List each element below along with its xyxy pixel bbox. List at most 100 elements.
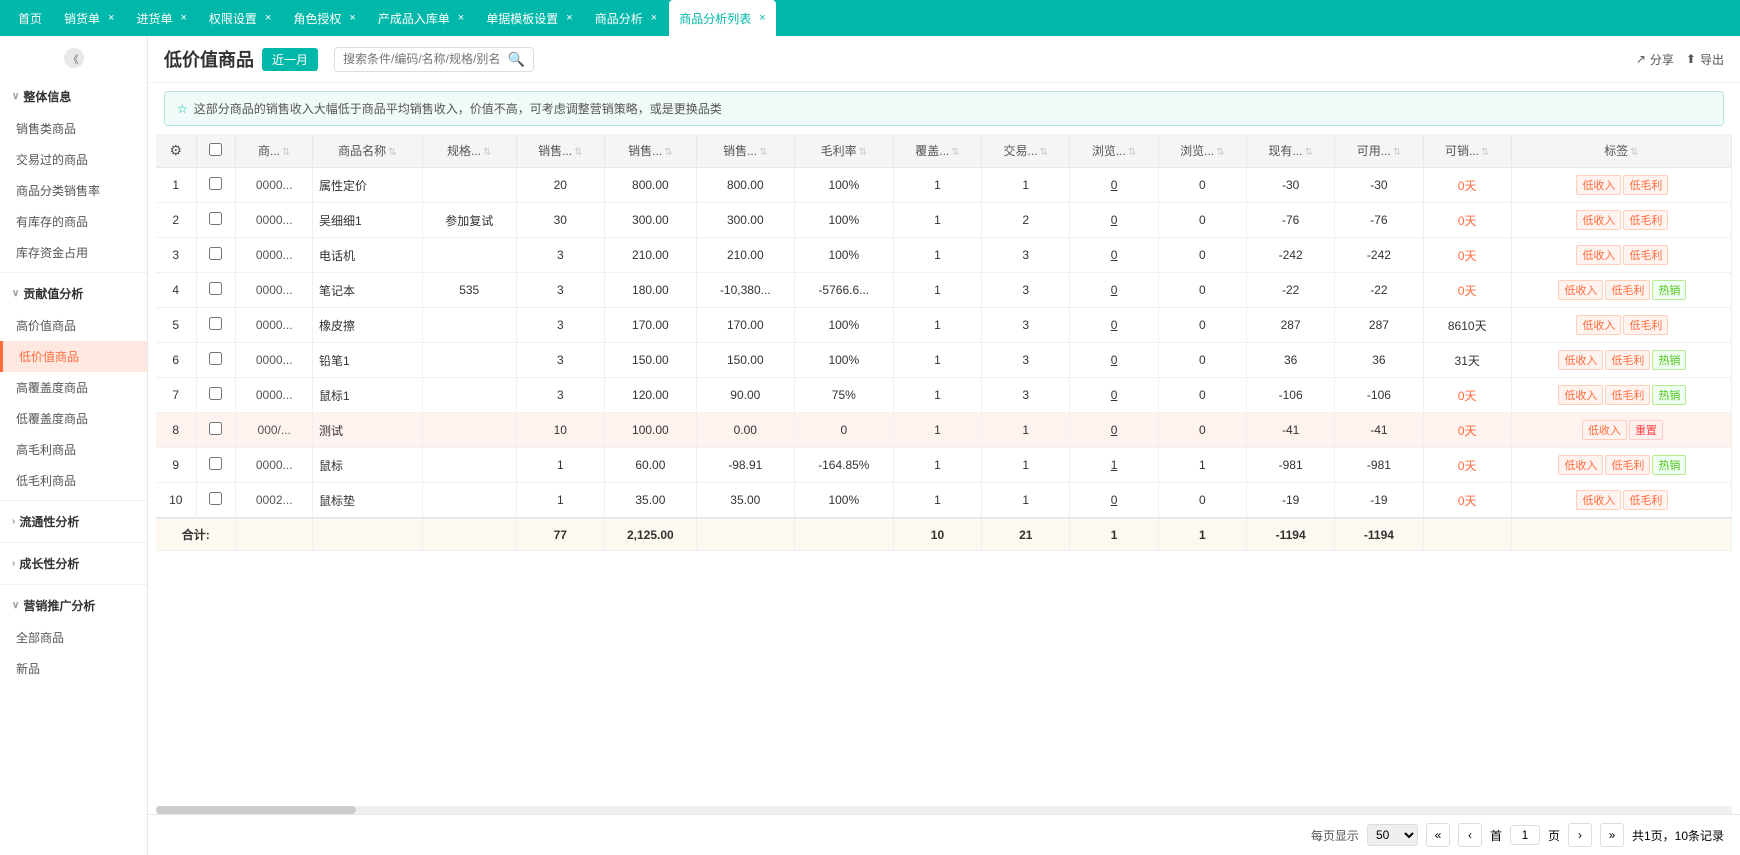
col-tags[interactable]: 标签⇅ (1511, 134, 1731, 168)
row-no: 8 (156, 413, 196, 448)
row-view1[interactable]: 0 (1070, 378, 1158, 413)
col-qty[interactable]: 销售...⇅ (516, 134, 604, 168)
total-view1: 1 (1070, 518, 1158, 551)
next-page-btn[interactable]: › (1568, 823, 1592, 847)
sidebar-section-contribution[interactable]: ∨ 贡献值分析 (0, 277, 147, 310)
col-coverage[interactable]: 覆盖...⇅ (893, 134, 981, 168)
row-view1[interactable]: 0 (1070, 343, 1158, 378)
row-view1[interactable]: 1 (1070, 448, 1158, 483)
close-icon[interactable]: × (349, 12, 355, 24)
row-view1[interactable]: 0 (1070, 203, 1158, 238)
sidebar-item-new-products[interactable]: 新品 (0, 653, 147, 684)
row-checkbox[interactable] (196, 203, 236, 238)
nav-role-auth[interactable]: 角色授权 × (283, 0, 365, 36)
sidebar-collapse-btn[interactable]: 《 (64, 48, 84, 68)
close-icon[interactable]: × (265, 12, 271, 24)
nav-purchase-order[interactable]: 进货单 × (126, 0, 196, 36)
sidebar-section-marketing[interactable]: ∨ 营销推广分析 (0, 589, 147, 622)
row-view1[interactable]: 0 (1070, 273, 1158, 308)
top-navigation: 首页 销货单 × 进货单 × 权限设置 × 角色授权 × 产成品入库单 × 单据… (0, 0, 1740, 36)
col-spec[interactable]: 规格...⇅ (422, 134, 516, 168)
sidebar-item-sales-products[interactable]: 销售类商品 (0, 113, 147, 144)
col-current[interactable]: 现有...⇅ (1246, 134, 1334, 168)
sidebar-item-high-coverage[interactable]: 高覆盖度商品 (0, 372, 147, 403)
sidebar-item-stocked-products[interactable]: 有库存的商品 (0, 206, 147, 237)
page-size-select[interactable]: 50 100 200 (1367, 824, 1418, 846)
close-icon[interactable]: × (108, 12, 114, 24)
nav-product-analysis-list[interactable]: 商品分析列表 × (669, 0, 775, 36)
sidebar-item-high-profit[interactable]: 高毛利商品 (0, 434, 147, 465)
first-page-btn[interactable]: « (1426, 823, 1450, 847)
sidebar-item-low-value[interactable]: 低价值商品 (0, 341, 147, 372)
sidebar-item-low-coverage[interactable]: 低覆盖度商品 (0, 403, 147, 434)
col-amount[interactable]: 销售...⇅ (604, 134, 696, 168)
col-sellable[interactable]: 可销...⇅ (1423, 134, 1511, 168)
row-view2: 0 (1158, 413, 1246, 448)
nav-permission[interactable]: 权限设置 × (199, 0, 281, 36)
close-icon[interactable]: × (458, 12, 464, 24)
sidebar-item-traded-products[interactable]: 交易过的商品 (0, 144, 147, 175)
search-input[interactable] (343, 52, 504, 66)
sidebar-section-overall[interactable]: ∨ 整体信息 (0, 80, 147, 113)
nav-home[interactable]: 首页 (8, 0, 52, 36)
row-checkbox[interactable] (196, 238, 236, 273)
row-checkbox[interactable] (196, 168, 236, 203)
close-icon[interactable]: × (759, 12, 765, 24)
close-icon[interactable]: × (566, 12, 572, 24)
row-view1[interactable]: 0 (1070, 483, 1158, 519)
col-gear[interactable]: ⚙ (156, 134, 196, 168)
row-qty: 3 (516, 378, 604, 413)
nav-template-setting[interactable]: 单据模板设置 × (476, 0, 582, 36)
close-icon[interactable]: × (180, 12, 186, 24)
page-number-input[interactable] (1510, 825, 1540, 845)
nav-product-analysis[interactable]: 商品分析 × (585, 0, 667, 36)
horizontal-scrollbar[interactable] (156, 806, 1732, 814)
row-checkbox[interactable] (196, 343, 236, 378)
sidebar-item-low-profit[interactable]: 低毛利商品 (0, 465, 147, 496)
last-page-btn[interactable]: » (1600, 823, 1624, 847)
sidebar-item-high-value[interactable]: 高价值商品 (0, 310, 147, 341)
filter-recent-month-btn[interactable]: 近一月 (262, 48, 318, 71)
row-view1[interactable]: 0 (1070, 413, 1158, 448)
nav-product-in[interactable]: 产成品入库单 × (368, 0, 474, 36)
settings-icon[interactable]: ⚙ (169, 142, 182, 158)
scrollbar-thumb[interactable] (156, 806, 356, 814)
total-available: -1194 (1335, 518, 1423, 551)
share-button[interactable]: ↗ 分享 (1636, 51, 1674, 68)
row-view1[interactable]: 0 (1070, 308, 1158, 343)
col-margin[interactable]: 毛利率⇅ (794, 134, 893, 168)
row-checkbox[interactable] (196, 308, 236, 343)
row-checkbox[interactable] (196, 483, 236, 519)
col-trade[interactable]: 交易...⇅ (982, 134, 1070, 168)
row-checkbox[interactable] (196, 273, 236, 308)
row-qty: 30 (516, 203, 604, 238)
sidebar-section-growth[interactable]: › 成长性分析 (0, 547, 147, 580)
info-banner: ☆ 这部分商品的销售收入大幅低于商品平均销售收入，价值不高，可考虑调整营销策略，… (164, 91, 1724, 126)
col-checkbox[interactable] (196, 134, 236, 168)
table-container[interactable]: ⚙ 商...⇅ 商品名称⇅ 规格...⇅ 销售...⇅ 销售...⇅ 销售...… (148, 134, 1740, 806)
row-view1[interactable]: 0 (1070, 238, 1158, 273)
row-trade: 3 (982, 238, 1070, 273)
sidebar-item-category-sales-rate[interactable]: 商品分类销售率 (0, 175, 147, 206)
col-available[interactable]: 可用...⇅ (1335, 134, 1423, 168)
col-view2[interactable]: 浏览...⇅ (1158, 134, 1246, 168)
sidebar-section-circulation[interactable]: › 流通性分析 (0, 505, 147, 538)
select-all-checkbox[interactable] (209, 143, 222, 156)
sidebar-item-all-products[interactable]: 全部商品 (0, 622, 147, 653)
row-tags: 低收入低毛利热销 (1511, 273, 1731, 308)
export-button[interactable]: ⬆ 导出 (1686, 51, 1724, 68)
row-checkbox[interactable] (196, 378, 236, 413)
row-margin: 75% (794, 378, 893, 413)
row-checkbox[interactable] (196, 448, 236, 483)
close-icon[interactable]: × (651, 12, 657, 24)
col-code[interactable]: 商...⇅ (236, 134, 312, 168)
row-checkbox[interactable] (196, 413, 236, 448)
col-name[interactable]: 商品名称⇅ (312, 134, 422, 168)
search-icon[interactable]: 🔍 (508, 51, 525, 68)
prev-page-btn[interactable]: ‹ (1458, 823, 1482, 847)
row-view1[interactable]: 0 (1070, 168, 1158, 203)
sidebar-item-inventory-capital[interactable]: 库存资金占用 (0, 237, 147, 268)
nav-sales-order[interactable]: 销货单 × (54, 0, 124, 36)
col-view1[interactable]: 浏览...⇅ (1070, 134, 1158, 168)
col-profit[interactable]: 销售...⇅ (696, 134, 794, 168)
